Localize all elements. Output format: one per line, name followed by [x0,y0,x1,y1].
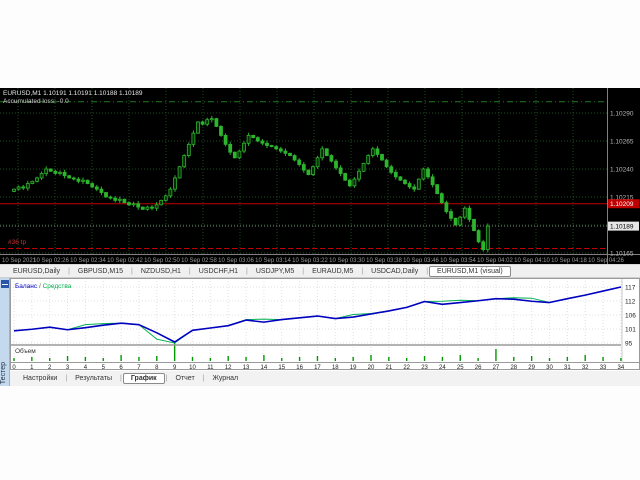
svg-text:15: 15 [278,365,285,369]
svg-text:1: 1 [30,365,34,369]
svg-text:1.10290: 1.10290 [610,111,634,118]
svg-text:34: 34 [618,365,625,369]
svg-text:20: 20 [368,365,375,369]
chart-tab-eurusd[interactable]: EURUSD,Daily [6,267,67,276]
svg-text:24: 24 [439,365,446,369]
chart-tab-usdcad[interactable]: USDCAD,Daily [364,267,425,276]
svg-text:27: 27 [493,365,500,369]
svg-text:16: 16 [296,365,303,369]
svg-text:25: 25 [457,365,464,369]
svg-text:1.10240: 1.10240 [610,167,634,174]
svg-text:106: 106 [625,313,636,320]
tester-tab-report[interactable]: Отчет [169,374,202,383]
ea-comment-line: Accumulated loss: -0.0 [3,98,69,105]
tester-tab-settings[interactable]: Настройки [16,374,64,383]
chart-tab-euraud[interactable]: EURAUD,M5 [305,267,360,276]
svg-text:22: 22 [403,365,410,369]
svg-text:101: 101 [625,327,636,334]
svg-text:4: 4 [84,365,88,369]
chart-tabs: EURUSD,Daily | GBPUSD,M15 | NZDUSD,H1 | USDCHF… [0,264,640,278]
svg-text:23: 23 [421,365,428,369]
chart-tab-eurusd[interactable]: EURUSD,M1 (visual) [429,265,511,277]
svg-text:33: 33 [600,365,607,369]
tester-graph-panel[interactable]: Баланс / Средства Объем 117 112 106 101 95 0 1 2 3… [10,278,640,370]
chart-tab-usdjpy[interactable]: USDJPY,M5 [249,267,301,276]
tester-tabs: Настройки | Результаты | График | Отчет | Журнал [10,371,640,386]
tester-tab-results[interactable]: Результаты [68,374,119,383]
svg-text:21: 21 [386,365,393,369]
svg-text:95: 95 [625,341,633,348]
svg-text:3: 3 [66,365,70,369]
tp-order-label: #36 tp [8,239,27,246]
app-window: 1.102901.102651.102401.102151.101901.101… [0,0,640,480]
svg-text:Баланс / Средства: Баланс / Средства [15,283,72,290]
chart-tab-gbpusd[interactable]: GBPUSD,M15 [71,267,130,276]
svg-text:32: 32 [582,365,589,369]
svg-text:112: 112 [625,299,636,306]
svg-text:0: 0 [12,365,16,369]
svg-text:1.10209: 1.10209 [610,201,634,208]
svg-text:8: 8 [155,365,159,369]
tester-panel-icon [1,280,9,288]
chart-tab-nzdusd[interactable]: NZDUSD,H1 [134,267,188,276]
svg-text:6: 6 [119,365,123,369]
svg-text:31: 31 [564,365,571,369]
svg-text:26: 26 [475,365,482,369]
svg-text:9: 9 [173,365,177,369]
ohlc-info-line: EURUSD,M1 1.10191 1.10191 1.10188 1.1018… [3,90,143,97]
svg-text:2: 2 [48,365,52,369]
tester-strip-label: Тестер [0,361,7,384]
tester-panel-strip[interactable]: Тестер [0,278,10,386]
svg-text:30: 30 [546,365,553,369]
tester-graph-canvas[interactable]: Баланс / СредстваОбъем117112106101950 1 2 3… [11,279,639,369]
svg-text:10: 10 [189,365,196,369]
svg-text:117: 117 [625,285,636,292]
svg-text:1.10165: 1.10165 [610,251,634,258]
svg-text:14: 14 [261,365,268,369]
svg-text:Объем: Объем [15,347,36,355]
svg-text:13: 13 [243,365,250,369]
tester-tab-graph[interactable]: График [122,373,165,384]
svg-text:1.10265: 1.10265 [610,139,634,146]
svg-text:7: 7 [137,365,141,369]
candle-chart-canvas[interactable]: 1.102901.102651.102401.102151.101901.101… [0,88,640,264]
svg-text:29: 29 [528,365,535,369]
svg-text:1.10189: 1.10189 [610,224,634,231]
svg-text:18: 18 [332,365,339,369]
svg-text:12: 12 [225,365,232,369]
svg-text:28: 28 [510,365,517,369]
tester-tab-journal[interactable]: Журнал [206,374,246,383]
svg-text:11: 11 [207,365,214,369]
svg-text:19: 19 [350,365,357,369]
chart-tab-usdchf[interactable]: USDCHF,H1 [192,267,245,276]
svg-text:17: 17 [314,365,321,369]
candle-chart-window[interactable]: 1.102901.102651.102401.102151.101901.101… [0,88,640,264]
svg-text:5: 5 [102,365,106,369]
